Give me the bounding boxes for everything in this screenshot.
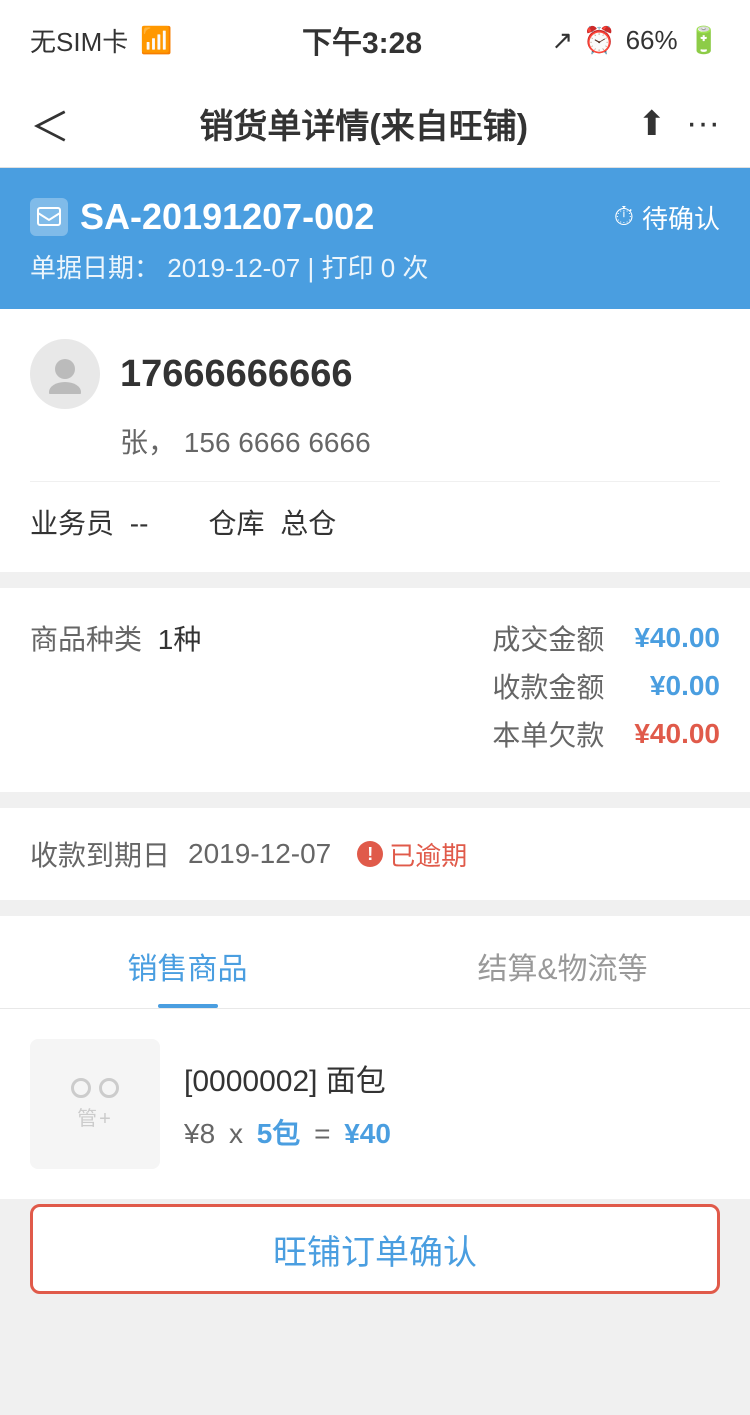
- deal-amount-value: ¥40.00: [634, 622, 720, 654]
- product-info: [0000002] 面包 ¥8 x 5包 = ¥40: [184, 1056, 720, 1152]
- nav-bar: ＜ 销货单详情(来自旺铺) ⬆ ···: [0, 80, 750, 168]
- product-type-label: 商品种类: [30, 624, 142, 655]
- status-clock-icon: ⏱: [614, 201, 634, 233]
- battery-icon: 🔋: [688, 25, 720, 56]
- sales-value: --: [130, 508, 149, 539]
- owed-label: 本单欠款: [492, 714, 604, 754]
- deal-amount-label: 成交金额: [492, 618, 604, 658]
- wifi-icon: 📶: [140, 25, 172, 56]
- status-left: 无SIM卡 📶: [30, 22, 173, 59]
- order-icon: [30, 198, 68, 236]
- owl-eye-right: [99, 1078, 119, 1098]
- battery-label: 66%: [626, 25, 678, 56]
- tabs-container: 销售商品 结算&物流等: [0, 916, 750, 1009]
- warehouse-label: 仓库: [208, 508, 264, 539]
- date-label: 单据日期：: [30, 253, 160, 283]
- summary-left: 商品种类 1种: [30, 618, 201, 658]
- confirm-btn-container: 旺铺订单确认: [0, 1204, 750, 1294]
- status-badge: ⏱ 待确认: [614, 199, 720, 236]
- customer-meta: 业务员 -- 仓库 总仓: [30, 502, 720, 542]
- product-type-value: 1种: [158, 624, 202, 655]
- avatar: [30, 339, 100, 409]
- confirm-order-button[interactable]: 旺铺订单确认: [30, 1204, 720, 1294]
- equals-sign: =: [314, 1118, 338, 1149]
- overdue-dot-icon: !: [357, 841, 383, 867]
- share-icon[interactable]: ⬆: [638, 104, 667, 144]
- owl-eye-left: [71, 1078, 91, 1098]
- status-time: 下午3:28: [302, 18, 422, 62]
- divider: [30, 481, 720, 482]
- quantity: 5包: [257, 1118, 301, 1149]
- order-date-value: 2019-12-07: [167, 253, 300, 283]
- unit-price: ¥8: [184, 1118, 215, 1149]
- status-right: ↗ ⏰ 66% 🔋: [551, 25, 720, 56]
- owed-amount-row: 本单欠款 ¥40.00: [492, 714, 720, 754]
- nav-actions: ⬆ ···: [638, 104, 720, 144]
- warehouse-meta: 仓库 总仓: [208, 502, 336, 542]
- overdue-text: 已逾期: [389, 836, 467, 873]
- customer-card: 17666666666 张， 156 6666 6666 业务员 -- 仓库 总…: [0, 309, 750, 572]
- order-id-text: SA-20191207-002: [80, 196, 374, 238]
- overdue-badge: ! 已逾期: [357, 836, 467, 873]
- customer-phone: 17666666666: [120, 353, 352, 396]
- deal-amount-row: 成交金额 ¥40.00: [492, 618, 720, 658]
- order-date: 单据日期： 2019-12-07 | 打印 0 次: [30, 248, 720, 285]
- product-logo: 管+: [71, 1078, 119, 1131]
- summary-card: 商品种类 1种 成交金额 ¥40.00 收款金额 ¥0.00 本单欠款 ¥40.…: [0, 588, 750, 792]
- owed-value: ¥40.00: [634, 718, 720, 750]
- location-icon: ↗: [551, 25, 573, 56]
- order-header: SA-20191207-002 ⏱ 待确认 单据日期： 2019-12-07 |…: [0, 168, 750, 309]
- owl-eyes: [71, 1078, 119, 1098]
- product-thumbnail: 管+: [30, 1039, 160, 1169]
- more-icon[interactable]: ···: [686, 104, 720, 143]
- print-unit: 次: [402, 253, 428, 283]
- total-price: ¥40: [344, 1118, 391, 1149]
- warehouse-value: 总仓: [280, 508, 336, 539]
- order-id-row: SA-20191207-002 ⏱ 待确认: [30, 196, 720, 238]
- back-button[interactable]: ＜: [30, 95, 90, 153]
- alarm-icon: ⏰: [583, 25, 615, 56]
- sales-meta: 业务员 --: [30, 502, 148, 542]
- carrier-label: 无SIM卡: [30, 22, 128, 59]
- product-name: [0000002] 面包: [184, 1056, 720, 1100]
- owl-plus-label: 管+: [77, 1102, 113, 1131]
- customer-name: 张， 156 6666 6666: [30, 421, 720, 461]
- table-row: 管+ [0000002] 面包 ¥8 x 5包 = ¥40: [0, 1009, 750, 1199]
- order-id: SA-20191207-002: [30, 196, 374, 238]
- product-code: [0000002]: [184, 1065, 317, 1098]
- received-label: 收款金额: [492, 666, 604, 706]
- due-date-value: 2019-12-07: [188, 838, 331, 870]
- multiply-sign: x: [229, 1118, 251, 1149]
- print-count: 0: [381, 253, 395, 283]
- customer-top: 17666666666: [30, 339, 720, 409]
- status-text: 待确认: [642, 199, 720, 236]
- product-price: ¥8 x 5包 = ¥40: [184, 1112, 720, 1152]
- sales-label: 业务员: [30, 508, 114, 539]
- received-value: ¥0.00: [650, 670, 720, 702]
- due-date-card: 收款到期日 2019-12-07 ! 已逾期: [0, 808, 750, 900]
- tab-products[interactable]: 销售商品: [0, 916, 375, 1008]
- summary-right: 成交金额 ¥40.00 收款金额 ¥0.00 本单欠款 ¥40.00: [492, 618, 720, 762]
- product-name-text: 面包: [326, 1065, 386, 1098]
- page-title: 销货单详情(来自旺铺): [90, 99, 638, 148]
- received-amount-row: 收款金额 ¥0.00: [492, 666, 720, 706]
- product-list: 管+ [0000002] 面包 ¥8 x 5包 = ¥40: [0, 1009, 750, 1199]
- tab-settlement[interactable]: 结算&物流等: [375, 916, 750, 1008]
- print-label: | 打印: [307, 253, 373, 283]
- status-bar: 无SIM卡 📶 下午3:28 ↗ ⏰ 66% 🔋: [0, 0, 750, 80]
- due-date-label: 收款到期日: [30, 834, 170, 874]
